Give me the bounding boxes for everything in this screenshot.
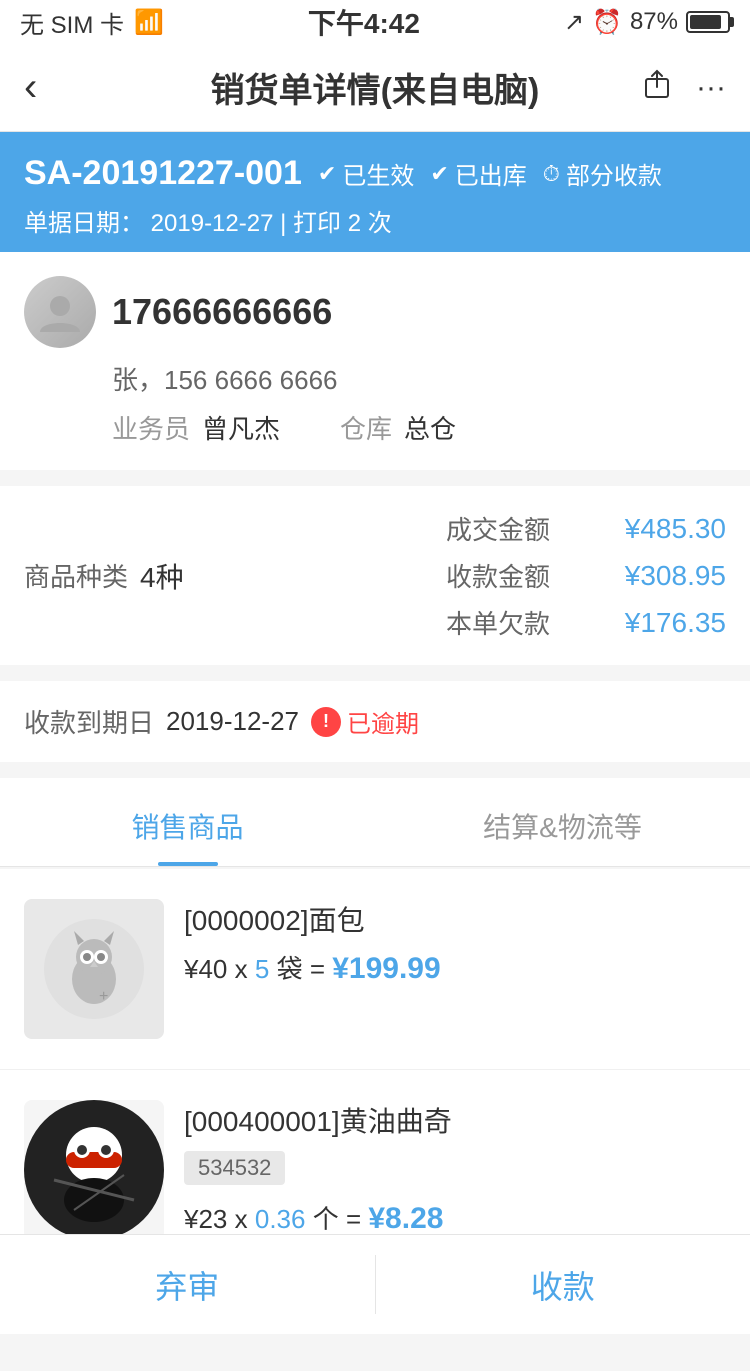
price-x-1: x — [235, 954, 255, 984]
received-label: 收款金额 — [446, 557, 550, 594]
order-date: 2019-12-27 — [151, 210, 274, 237]
product-image-1: + — [24, 899, 164, 1039]
tab-settlement[interactable]: 结算&物流等 — [375, 778, 750, 866]
deal-amount-value: ¥485.30 — [566, 513, 726, 545]
due-date-value: 2019-12-27 — [166, 706, 299, 737]
product-price-1: ¥40 — [184, 954, 227, 984]
status-right: ↗ ⏰ 87% — [564, 8, 730, 37]
tabs-section: 销售商品 结算&物流等 — [0, 778, 750, 867]
date-label: 单据日期： — [24, 210, 144, 237]
warehouse-name: 总仓 — [404, 409, 456, 446]
customer-name-phone: 张，156 6666 6666 — [112, 360, 726, 397]
product-total-1: ¥199.99 — [332, 952, 440, 985]
product-unit-2: 个 — [313, 1204, 339, 1234]
carrier-label: 无 SIM 卡 — [20, 5, 124, 40]
battery-fill — [690, 15, 721, 29]
product-price-row-2: ¥23 x 0.36 个 = ¥8.28 — [184, 1199, 726, 1236]
product-price-row-1: ¥40 x 5 袋 = ¥199.99 — [184, 949, 726, 986]
product-sku-2: 534532 — [184, 1151, 285, 1185]
owl-placeholder-1: + — [24, 899, 164, 1039]
tab-products[interactable]: 销售商品 — [0, 778, 375, 866]
location-icon: ↗ — [564, 8, 584, 37]
product-price-2: ¥23 — [184, 1204, 227, 1234]
debt-amount-row: 本单欠款 ¥176.35 — [446, 604, 726, 641]
price-eq-2: = — [346, 1204, 368, 1234]
page-title: 销货单详情(来自电脑) — [211, 63, 540, 112]
warehouse-meta: 仓库 总仓 — [340, 409, 456, 446]
svg-text:+: + — [99, 988, 108, 1005]
status-tag-shipped: ✔ 已出库 — [430, 156, 526, 191]
debt-amount-value: ¥176.35 — [566, 607, 726, 639]
product-info-2: [000400001]黄油曲奇 534532 ¥23 x 0.36 个 = ¥8… — [184, 1100, 726, 1236]
status-bar: 无 SIM 卡 📶 下午4:42 ↗ ⏰ 87% — [0, 0, 750, 44]
print-count: 2 — [348, 210, 361, 237]
product-total-2: ¥8.28 — [368, 1202, 443, 1235]
wifi-icon: 📶 — [134, 8, 164, 37]
received-amount-value: ¥308.95 — [566, 560, 726, 592]
stats-section: 商品种类 4种 成交金额 ¥485.30 收款金额 ¥308.95 本单欠款 ¥… — [0, 486, 750, 665]
product-count: 商品种类 4种 — [24, 556, 184, 596]
check-icon-2: ✔ — [430, 161, 448, 187]
product-name-1: [0000002]面包 — [184, 899, 726, 939]
back-button[interactable]: ‹ — [24, 65, 53, 110]
status-tag-partial: ⏱ 部分收款 — [543, 156, 662, 191]
share-icon[interactable] — [642, 69, 672, 107]
order-date-row: 单据日期： 2019-12-27 | 打印 2 次 — [24, 203, 726, 238]
overdue-icon: ! — [311, 707, 341, 737]
clock-icon: ⏱ — [543, 161, 560, 187]
due-date-section: 收款到期日 2019-12-27 ! 已逾期 — [0, 681, 750, 762]
deal-amount-label: 成交金额 — [446, 510, 550, 547]
status-left: 无 SIM 卡 📶 — [20, 5, 164, 40]
overdue-text: 已逾期 — [347, 704, 419, 739]
customer-name-row: 17666666666 — [24, 276, 726, 348]
battery-bar — [686, 11, 730, 33]
confirm-button[interactable]: 收款 — [376, 1235, 750, 1334]
price-x-2: x — [235, 1204, 255, 1234]
customer-phone: 17666666666 — [112, 291, 332, 333]
order-id-row: SA-20191227-001 ✔ 已生效 ✔ 已出库 ⏱ 部分收款 — [24, 154, 726, 193]
product-qty-2: 0.36 — [255, 1204, 306, 1234]
print-separator: | — [280, 210, 293, 237]
customer-section: 17666666666 张，156 6666 6666 业务员 曾凡杰 仓库 总… — [0, 252, 750, 470]
sales-meta: 业务员 曾凡杰 — [112, 409, 280, 446]
products-section: + [0000002]面包 ¥40 x 5 袋 = ¥199.99 — [0, 869, 750, 1271]
customer-meta-row: 业务员 曾凡杰 仓库 总仓 — [112, 409, 726, 446]
print-unit: 次 — [368, 210, 392, 237]
product-qty-1: 5 — [255, 954, 269, 984]
more-icon[interactable]: ··· — [696, 71, 726, 105]
sales-name: 曾凡杰 — [202, 409, 280, 446]
deal-amount-row: 成交金额 ¥485.30 — [446, 510, 726, 547]
bottom-bar: 弃审 收款 — [0, 1234, 750, 1334]
check-icon-1: ✔ — [318, 161, 336, 187]
product-image-2 — [24, 1100, 164, 1240]
order-id: SA-20191227-001 — [24, 154, 302, 193]
due-date-label: 收款到期日 — [24, 703, 154, 740]
price-eq-1: = — [310, 954, 332, 984]
stats-right: 成交金额 ¥485.30 收款金额 ¥308.95 本单欠款 ¥176.35 — [446, 510, 726, 641]
warehouse-label: 仓库 — [340, 409, 392, 446]
order-header-banner: SA-20191227-001 ✔ 已生效 ✔ 已出库 ⏱ 部分收款 单据日期：… — [0, 132, 750, 252]
received-amount-row: 收款金额 ¥308.95 — [446, 557, 726, 594]
nav-right-actions: ··· — [642, 69, 726, 107]
alarm-icon: ⏰ — [592, 8, 622, 37]
product-kind-label: 商品种类 — [24, 557, 128, 594]
nav-bar: ‹ 销货单详情(来自电脑) ··· — [0, 44, 750, 132]
cancel-button[interactable]: 弃审 — [0, 1235, 375, 1334]
battery-label: 87% — [630, 8, 678, 36]
overdue-badge: ! 已逾期 — [311, 704, 419, 739]
debt-label: 本单欠款 — [446, 604, 550, 641]
avatar — [24, 276, 96, 348]
stats-left: 商品种类 4种 — [24, 510, 184, 641]
product-info-1: [0000002]面包 ¥40 x 5 袋 = ¥199.99 — [184, 899, 726, 986]
product-name-2: [000400001]黄油曲奇 — [184, 1100, 726, 1140]
product-kind-value: 4种 — [140, 556, 184, 596]
print-label: 打印 — [293, 210, 341, 237]
status-time: 下午4:42 — [308, 2, 420, 42]
status-tag-active: ✔ 已生效 — [318, 156, 414, 191]
product-item-1: + [0000002]面包 ¥40 x 5 袋 = ¥199.99 — [0, 869, 750, 1070]
product-unit-1: 袋 — [277, 954, 303, 984]
sales-label: 业务员 — [112, 409, 190, 446]
